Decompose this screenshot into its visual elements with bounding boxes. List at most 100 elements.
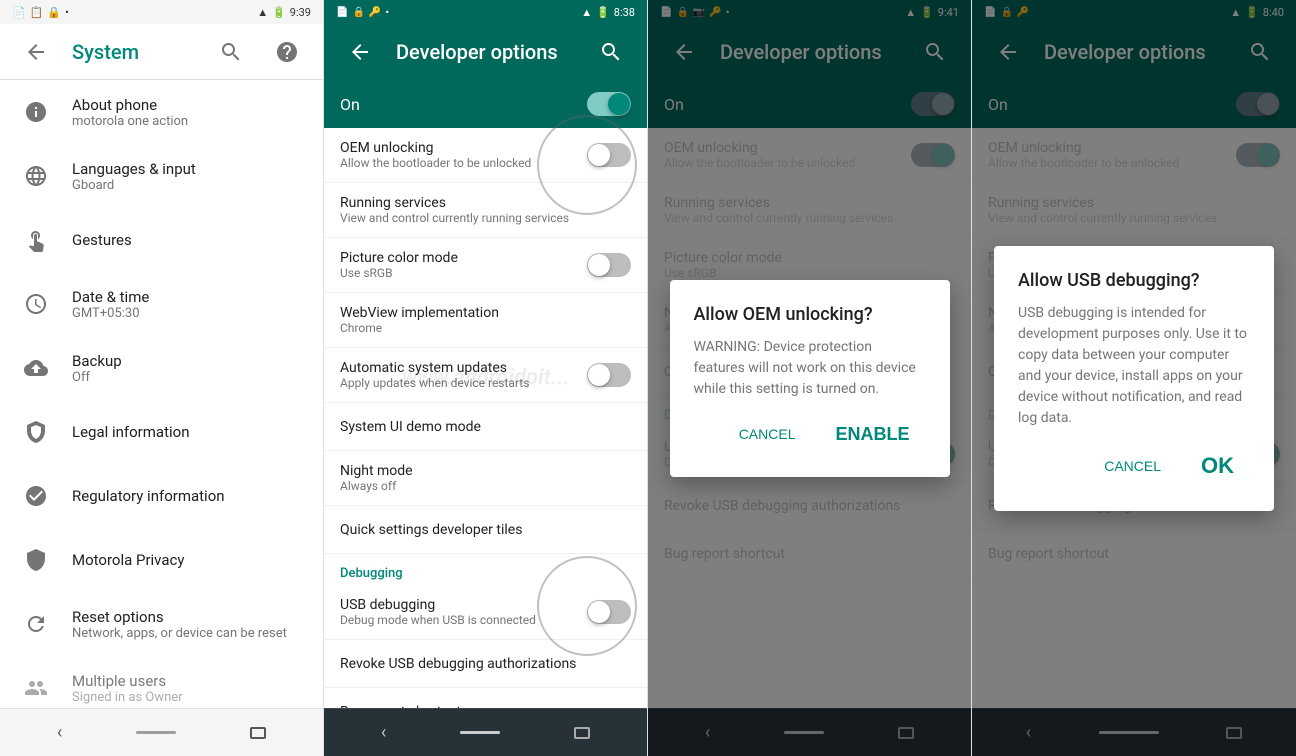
legal-item[interactable]: Legal information: [0, 400, 323, 464]
status-bar-p2: 📄 🔒 🔑 • ▲ 🔋 8:38: [324, 0, 647, 24]
status-icons-left-p2: 📄 🔒 🔑 •: [336, 6, 389, 19]
picture-color-item-p2[interactable]: Picture color mode Use sRGB: [324, 238, 647, 293]
oem-dialog-actions: Cancel Enable: [694, 416, 926, 453]
dev-page-title-p2: Developer options: [396, 40, 575, 64]
notif-icon1: 📄: [336, 7, 348, 18]
dev-on-header-p2[interactable]: On: [324, 80, 647, 128]
revoke-title-p2: Revoke USB debugging authorizations: [340, 656, 631, 672]
dev-appbar-p2: Developer options: [324, 24, 647, 80]
nav-back-icon-p2[interactable]: ‹: [381, 722, 386, 743]
developer-options-panel: 📄 🔒 🔑 • ▲ 🔋 8:38 Developer options On: [324, 0, 648, 756]
usb-ok-button[interactable]: OK: [1185, 445, 1250, 487]
usb-debug-title-p2: USB debugging: [340, 597, 587, 613]
running-services-item-p2[interactable]: Running services View and control curren…: [324, 183, 647, 238]
gestures-item[interactable]: Gestures: [0, 208, 323, 272]
oem-title-p2: OEM unlocking: [340, 140, 587, 156]
page-title: System: [72, 40, 195, 64]
notification-icon: 📄: [12, 6, 26, 19]
notif-dot: •: [385, 6, 389, 19]
usb-debug-item-p2[interactable]: USB debugging Debug mode when USB is con…: [324, 585, 647, 640]
datetime-subtitle: GMT+05:30: [72, 306, 307, 321]
languages-item[interactable]: Languages & input Gboard: [0, 144, 323, 208]
nav-square-icon-p2[interactable]: [574, 727, 590, 739]
wifi-p2: ▲: [581, 6, 592, 19]
picture-subtitle-p2: Use sRGB: [340, 266, 587, 280]
auto-updates-item-p2[interactable]: Automatic system updates Apply updates w…: [324, 348, 647, 403]
battery-p2: 🔋: [596, 6, 610, 19]
oem-enable-button[interactable]: Enable: [819, 416, 925, 453]
oem-dialog-overlay: Allow OEM unlocking? WARNING: Device pro…: [648, 0, 971, 756]
usb-dialog-actions: Cancel OK: [1018, 445, 1250, 487]
privacy-title: Motorola Privacy: [72, 551, 307, 569]
night-mode-item-p2[interactable]: Night mode Always off: [324, 451, 647, 506]
nav-square-icon[interactable]: [250, 727, 266, 739]
oem-subtitle-p2: Allow the bootloader to be unlocked: [340, 156, 587, 170]
demo-mode-item-p2[interactable]: System UI demo mode: [324, 403, 647, 451]
webview-subtitle-p2: Chrome: [340, 321, 631, 335]
about-phone-item[interactable]: About phone motorola one action: [0, 80, 323, 144]
datetime-item[interactable]: Date & time GMT+05:30: [0, 272, 323, 336]
quick-settings-title-p2: Quick settings developer tiles: [340, 522, 631, 538]
backup-item[interactable]: Backup Off: [0, 336, 323, 400]
revoke-usb-item-p2[interactable]: Revoke USB debugging authorizations: [324, 640, 647, 688]
developer-options-oem-dialog-panel: 📄 🔒 📷 🔑 • ▲ 🔋 9:41 Developer options On: [648, 0, 972, 756]
search-button[interactable]: [211, 32, 251, 72]
oem-cancel-button[interactable]: Cancel: [723, 416, 812, 453]
system-settings-panel: 📄 📋 🔒 • ▲ 🔋 9:39 System Abo: [0, 0, 324, 756]
notification-icon2: 📋: [30, 6, 44, 19]
privacy-item[interactable]: Motorola Privacy: [0, 528, 323, 592]
oem-dialog-title: Allow OEM unlocking?: [694, 304, 926, 325]
battery-icon: 🔋: [272, 6, 286, 19]
usb-debug-subtitle-p2: Debug mode when USB is connected: [340, 613, 587, 627]
quick-settings-item-p2[interactable]: Quick settings developer tiles: [324, 506, 647, 554]
oem-toggle-p2[interactable]: [587, 143, 631, 167]
running-title-p2: Running services: [340, 195, 631, 211]
users-subtitle: Signed in as Owner: [72, 690, 307, 705]
users-item[interactable]: Multiple users Signed in as Owner: [0, 656, 323, 708]
developer-options-usb-dialog-panel: 📄 🔒 🔑 ▲ 🔋 8:40 Developer options On OEM …: [972, 0, 1296, 756]
webview-title-p2: WebView implementation: [340, 305, 631, 321]
autoupdate-toggle-p2[interactable]: [587, 363, 631, 387]
reset-subtitle: Network, apps, or device can be reset: [72, 626, 307, 641]
webview-item-p2[interactable]: WebView implementation Chrome: [324, 293, 647, 348]
reset-item[interactable]: Reset options Network, apps, or device c…: [0, 592, 323, 656]
running-subtitle-p2: View and control currently running servi…: [340, 211, 631, 225]
users-icon: [16, 668, 56, 708]
datetime-title: Date & time: [72, 288, 307, 306]
search-button-p2[interactable]: [591, 32, 631, 72]
privacy-icon: [16, 540, 56, 580]
about-phone-title: About phone: [72, 96, 307, 114]
regulatory-title: Regulatory information: [72, 487, 307, 505]
gestures-title: Gestures: [72, 231, 307, 249]
back-button-p2[interactable]: [340, 32, 380, 72]
picture-toggle-p2[interactable]: [587, 253, 631, 277]
usb-cancel-button[interactable]: Cancel: [1088, 445, 1177, 487]
notification-dot: •: [65, 6, 69, 19]
debugging-section-p2: Debugging: [324, 554, 647, 585]
oem-unlocking-item-p2[interactable]: OEM unlocking Allow the bootloader to be…: [324, 128, 647, 183]
night-subtitle-p2: Always off: [340, 479, 631, 493]
usb-dialog-overlay: Allow USB debugging? USB debugging is in…: [972, 0, 1296, 756]
dev-toggle-p2[interactable]: [587, 92, 631, 116]
dev-items-list-p2: OEM unlocking Allow the bootloader to be…: [324, 128, 647, 708]
usb-toggle-p2[interactable]: [587, 600, 631, 624]
nav-back-icon[interactable]: ‹: [57, 722, 62, 743]
about-phone-subtitle: motorola one action: [72, 114, 307, 129]
about-icon: [16, 92, 56, 132]
regulatory-item[interactable]: Regulatory information: [0, 464, 323, 528]
notification-icon3: 🔒: [47, 6, 61, 19]
help-button[interactable]: [267, 32, 307, 72]
home-indicator: [136, 731, 176, 734]
bug-report-item-p2[interactable]: Bug report shortcut: [324, 688, 647, 708]
back-button[interactable]: [16, 32, 56, 72]
home-indicator-p2: [460, 731, 500, 734]
bottom-nav-p1: ‹: [0, 708, 323, 756]
gestures-icon: [16, 220, 56, 260]
legal-title: Legal information: [72, 423, 307, 441]
toggle-knob-p2: [608, 93, 630, 115]
users-title: Multiple users: [72, 672, 307, 690]
reset-title: Reset options: [72, 608, 307, 626]
languages-subtitle: Gboard: [72, 178, 307, 193]
picture-title-p2: Picture color mode: [340, 250, 587, 266]
reset-icon: [16, 604, 56, 644]
